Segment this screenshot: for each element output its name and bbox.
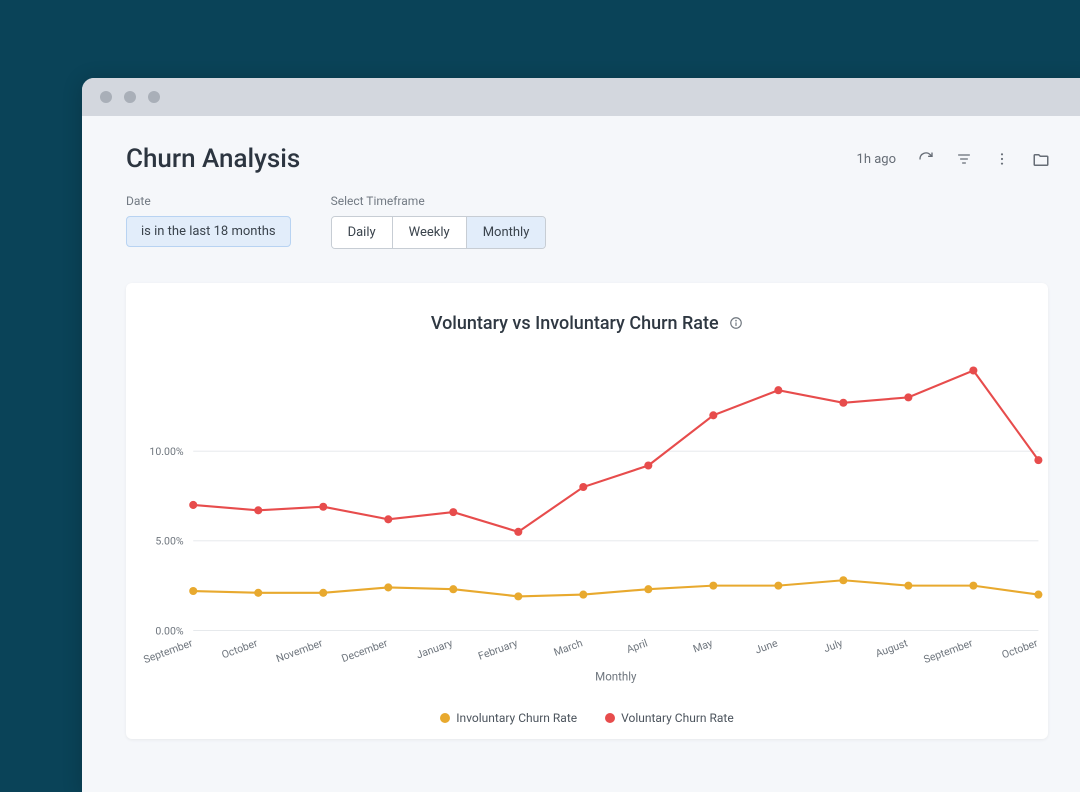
chart-title-text: Voluntary vs Involuntary Churn Rate [431, 313, 719, 334]
svg-text:November: November [274, 636, 324, 665]
svg-text:April: April [625, 636, 650, 656]
svg-text:February: February [476, 636, 519, 662]
timeframe-option-monthly[interactable]: Monthly [466, 217, 546, 248]
window-titlebar [82, 78, 1080, 116]
legend-label-involuntary: Involuntary Churn Rate [456, 711, 577, 725]
date-filter-chip[interactable]: is in the last 18 months [126, 216, 291, 247]
svg-text:October: October [1000, 636, 1040, 661]
filter-icon[interactable] [956, 151, 972, 167]
header-actions: 1h ago [857, 151, 1048, 167]
chart-svg: 0.00% 5.00% 10.00% September October November… [126, 335, 1048, 705]
app-window: Churn Analysis 1h ago Date i [82, 78, 1080, 792]
svg-text:0.00%: 0.00% [155, 624, 184, 637]
svg-text:June: June [753, 636, 779, 656]
legend-dot-voluntary [605, 713, 615, 723]
svg-text:August: August [874, 636, 910, 660]
info-icon[interactable] [729, 314, 743, 335]
legend-involuntary: Involuntary Churn Rate [440, 711, 577, 725]
page-title: Churn Analysis [126, 144, 300, 174]
chart-card: Voluntary vs Involuntary Churn Rate 0.00… [126, 283, 1048, 739]
window-dot-min[interactable] [124, 91, 136, 103]
timeframe-option-weekly[interactable]: Weekly [392, 217, 466, 248]
legend-dot-involuntary [440, 713, 450, 723]
folder-icon[interactable] [1032, 151, 1048, 167]
date-filter-label: Date [126, 194, 291, 208]
filter-controls: Date is in the last 18 months Select Tim… [126, 194, 1048, 249]
window-dot-close[interactable] [100, 91, 112, 103]
svg-text:5.00%: 5.00% [155, 534, 184, 547]
legend-label-voluntary: Voluntary Churn Rate [621, 711, 734, 725]
svg-text:September: September [922, 636, 975, 666]
svg-text:January: January [415, 636, 455, 661]
window-dot-max[interactable] [148, 91, 160, 103]
date-filter: Date is in the last 18 months [126, 194, 291, 249]
svg-text:March: March [552, 636, 585, 658]
svg-text:December: December [340, 636, 390, 665]
svg-text:10.00%: 10.00% [149, 445, 183, 458]
svg-text:May: May [691, 636, 714, 655]
refresh-icon[interactable] [918, 151, 934, 167]
kebab-menu-icon[interactable] [994, 151, 1010, 167]
svg-text:October: October [220, 636, 260, 661]
page-header: Churn Analysis 1h ago [126, 144, 1048, 174]
timeframe-label: Select Timeframe [331, 194, 547, 208]
last-refresh-label: 1h ago [857, 152, 896, 167]
svg-text:September: September [142, 636, 195, 666]
legend-voluntary: Voluntary Churn Rate [605, 711, 734, 725]
timeframe-segmented: Daily Weekly Monthly [331, 216, 547, 249]
timeframe-option-daily[interactable]: Daily [332, 217, 392, 248]
chart-title: Voluntary vs Involuntary Churn Rate [126, 313, 1048, 335]
svg-text:Monthly: Monthly [595, 669, 637, 683]
chart-area: 0.00% 5.00% 10.00% September October November… [126, 335, 1048, 705]
page-content: Churn Analysis 1h ago Date i [82, 116, 1080, 739]
timeframe-filter: Select Timeframe Daily Weekly Monthly [331, 194, 547, 249]
chart-legend: Involuntary Churn Rate Voluntary Churn R… [126, 705, 1048, 729]
svg-text:July: July [822, 636, 844, 655]
